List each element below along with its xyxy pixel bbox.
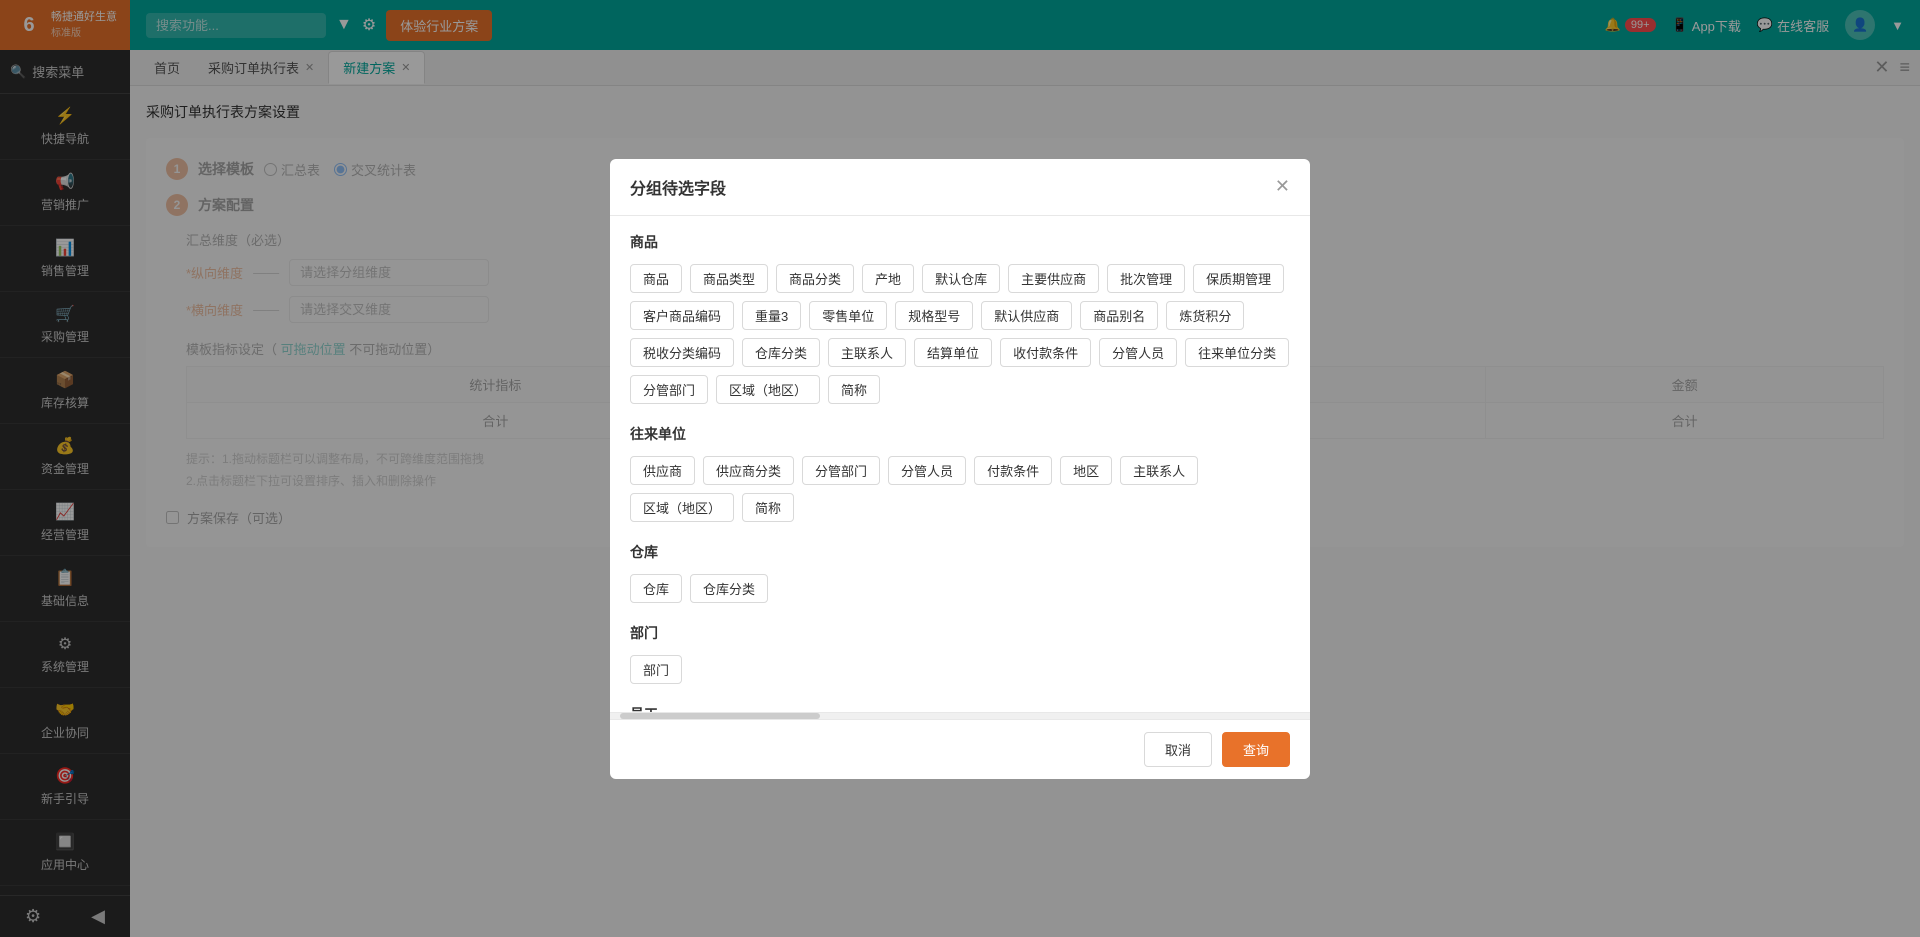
field-tag[interactable]: 区域（地区） — [630, 493, 734, 522]
group-title-goods: 商品 — [630, 232, 1290, 252]
field-tag[interactable]: 主要供应商 — [1008, 264, 1099, 293]
field-tag[interactable]: 付款条件 — [974, 456, 1052, 485]
field-tag[interactable]: 税收分类编码 — [630, 338, 734, 367]
modal-body[interactable]: 商品 商品 商品类型 商品分类 产地 默认仓库 主要供应商 批次管理 保质期管理 — [610, 216, 1310, 712]
field-tag[interactable]: 规格型号 — [895, 301, 973, 330]
field-tag[interactable]: 主联系人 — [1120, 456, 1198, 485]
field-tag[interactable]: 客户商品编码 — [630, 301, 734, 330]
group-title-employee: 员工 — [630, 704, 1290, 712]
modal: 分组待选字段 ✕ 商品 商品 商品类型 商品分类 产地 默认仓 — [610, 159, 1310, 779]
field-tag[interactable]: 分管人员 — [1099, 338, 1177, 367]
field-tag[interactable]: 批次管理 — [1107, 264, 1185, 293]
field-tag[interactable]: 仓库 — [630, 574, 682, 603]
field-tag[interactable]: 零售单位 — [809, 301, 887, 330]
field-group-employee: 员工 业务员 — [630, 704, 1290, 712]
field-tag[interactable]: 简称 — [742, 493, 794, 522]
field-tag[interactable]: 分管部门 — [802, 456, 880, 485]
field-tag[interactable]: 商品类型 — [690, 264, 768, 293]
cancel-button[interactable]: 取消 — [1144, 732, 1212, 767]
field-tag[interactable]: 供应商分类 — [703, 456, 794, 485]
field-tag[interactable]: 地区 — [1060, 456, 1112, 485]
field-tag[interactable]: 供应商 — [630, 456, 695, 485]
field-tags-warehouse: 仓库 仓库分类 — [630, 574, 1290, 603]
field-tag[interactable]: 收付款条件 — [1000, 338, 1091, 367]
modal-footer: 取消 查询 — [610, 719, 1310, 779]
field-tag[interactable]: 重量3 — [742, 301, 801, 330]
main: ▼ ⚙ 体验行业方案 🔔 99+ 📱 App下载 💬 在线客服 👤 ▼ — [130, 0, 1920, 937]
field-tag[interactable]: 主联系人 — [828, 338, 906, 367]
field-tag[interactable]: 往来单位分类 — [1185, 338, 1289, 367]
modal-hscrollbar[interactable] — [610, 712, 1310, 719]
modal-title: 分组待选字段 — [630, 175, 726, 199]
group-title-partner: 往来单位 — [630, 424, 1290, 444]
field-tag[interactable]: 简称 — [828, 375, 880, 404]
field-tag[interactable]: 仓库分类 — [742, 338, 820, 367]
field-tags-partner: 供应商 供应商分类 分管部门 分管人员 付款条件 地区 主联系人 区域（地区） … — [630, 456, 1290, 522]
field-group-department: 部门 部门 — [630, 623, 1290, 684]
field-tags-department: 部门 — [630, 655, 1290, 684]
field-tag[interactable]: 默认仓库 — [922, 264, 1000, 293]
field-tag[interactable]: 默认供应商 — [981, 301, 1072, 330]
field-tag[interactable]: 区域（地区） — [716, 375, 820, 404]
group-title-warehouse: 仓库 — [630, 542, 1290, 562]
field-tag[interactable]: 部门 — [630, 655, 682, 684]
field-tag[interactable]: 商品别名 — [1080, 301, 1158, 330]
field-tags-goods: 商品 商品类型 商品分类 产地 默认仓库 主要供应商 批次管理 保质期管理 客户… — [630, 264, 1290, 404]
field-tag[interactable]: 商品 — [630, 264, 682, 293]
modal-overlay: 分组待选字段 ✕ 商品 商品 商品类型 商品分类 产地 默认仓 — [130, 86, 1920, 937]
field-tag[interactable]: 结算单位 — [914, 338, 992, 367]
modal-header: 分组待选字段 ✕ — [610, 159, 1310, 216]
page-content: 采购订单执行表方案设置 1 选择模板 汇总表 交叉统计表 — [130, 86, 1920, 937]
field-tag[interactable]: 商品分类 — [776, 264, 854, 293]
field-tag[interactable]: 炼货积分 — [1166, 301, 1244, 330]
modal-close-btn[interactable]: ✕ — [1275, 176, 1290, 197]
field-tag[interactable]: 保质期管理 — [1193, 264, 1284, 293]
group-title-department: 部门 — [630, 623, 1290, 643]
field-group-goods: 商品 商品 商品类型 商品分类 产地 默认仓库 主要供应商 批次管理 保质期管理 — [630, 232, 1290, 404]
confirm-button[interactable]: 查询 — [1222, 732, 1290, 767]
field-tag[interactable]: 仓库分类 — [690, 574, 768, 603]
field-group-warehouse: 仓库 仓库 仓库分类 — [630, 542, 1290, 603]
field-group-partner: 往来单位 供应商 供应商分类 分管部门 分管人员 付款条件 地区 主联系人 区域… — [630, 424, 1290, 522]
field-tag[interactable]: 分管部门 — [630, 375, 708, 404]
field-tag[interactable]: 产地 — [862, 264, 914, 293]
field-tag[interactable]: 分管人员 — [888, 456, 966, 485]
